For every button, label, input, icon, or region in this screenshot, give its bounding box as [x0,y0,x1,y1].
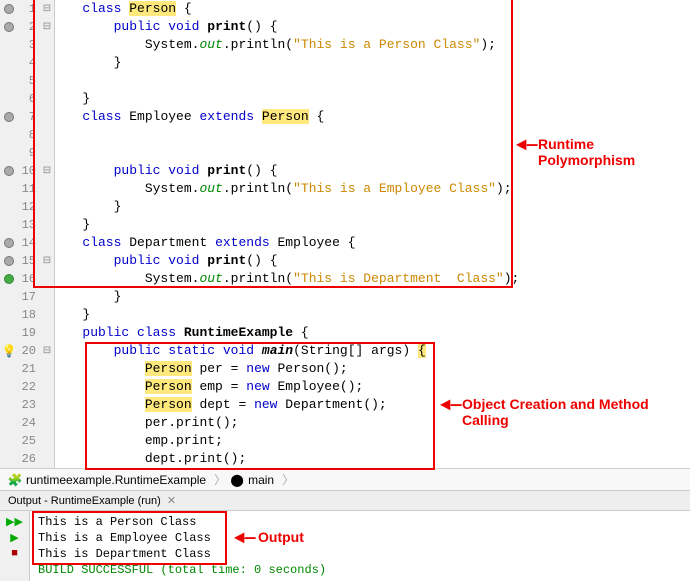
breadcrumb-class[interactable]: runtimeexample.RuntimeExample [26,473,206,487]
arrow-icon: ◄— [516,136,538,156]
editor-gutter: 1⊟ 2⊟ 3 4 5 6 7 8 9 10⊟ 11 12 13 14 15⊟ … [0,0,55,468]
annotation-label-1: Runtime Polymorphism [538,136,690,168]
stop-icon[interactable]: ■ [0,546,29,562]
output-tab-title: Output - RuntimeExample (run) [8,495,161,507]
rerun-icon[interactable]: ▶ [0,530,29,546]
arrow-icon: ◄— [234,529,256,549]
build-status: BUILD SUCCESSFUL (total time: 0 seconds) [38,562,682,578]
code-editor[interactable]: 1⊟ 2⊟ 3 4 5 6 7 8 9 10⊟ 11 12 13 14 15⊟ … [0,0,690,469]
output-line: This is a Employee Class [38,530,682,546]
breadcrumb-method[interactable]: main [248,473,274,487]
output-line: This is a Person Class [38,514,682,530]
close-icon[interactable]: ✕ [167,494,176,507]
chevron-icon: 〉 [214,471,226,488]
method-icon: ⬤ [230,473,244,487]
annotation-label-3: Output [258,529,304,545]
arrow-icon: ◄— [440,396,462,416]
annotation-label-2: Object Creation and Method Calling [462,396,690,428]
breadcrumb[interactable]: 🧩 runtimeexample.RuntimeExample 〉 ⬤ main… [0,469,690,491]
output-line: This is Department Class [38,546,682,562]
run-icon[interactable]: ▶▶ [0,514,29,530]
output-text[interactable]: This is a Person Class This is a Employe… [30,511,690,581]
chevron-icon: 〉 [282,471,294,488]
output-tab[interactable]: Output - RuntimeExample (run) ✕ [0,491,690,511]
output-panel: ▶▶ ▶ ■ This is a Person Class This is a … [0,511,690,581]
class-icon: 🧩 [8,473,22,487]
output-toolbar: ▶▶ ▶ ■ [0,511,30,581]
